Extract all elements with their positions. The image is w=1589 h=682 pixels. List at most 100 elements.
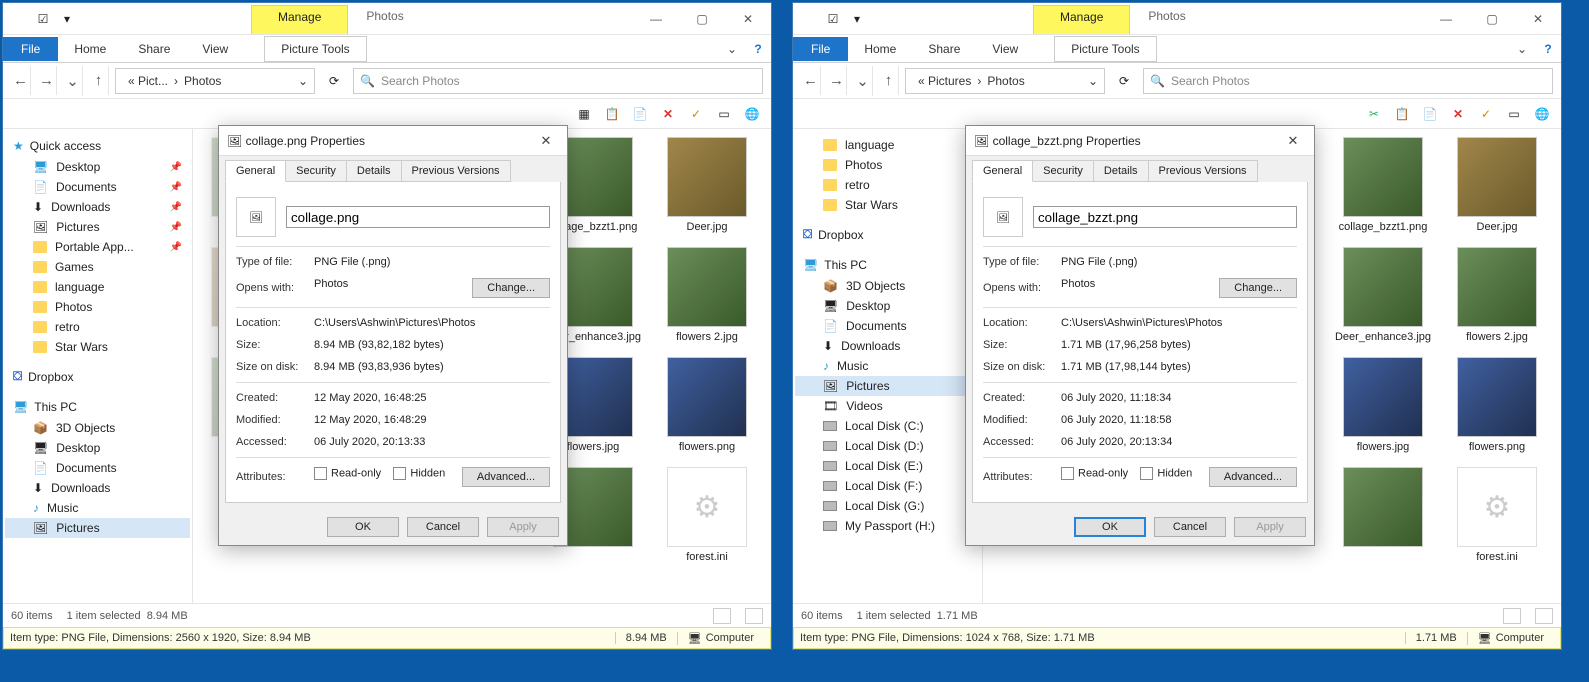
sidebar-item-local-d[interactable]: Local Disk (D:) <box>795 436 980 456</box>
back-button[interactable]: ← <box>11 66 31 95</box>
file-thumb[interactable] <box>1333 467 1433 563</box>
sidebar-item-documents[interactable]: 📄Documents <box>795 316 980 336</box>
tab-previous-versions[interactable]: Previous Versions <box>401 160 511 182</box>
file-thumb[interactable]: collage_bzzt1.png <box>1333 137 1433 233</box>
chevron-down-icon[interactable]: ⌄ <box>298 74 308 88</box>
hidden-checkbox[interactable] <box>1140 467 1153 480</box>
file-tab[interactable]: File <box>3 37 58 61</box>
paste-icon[interactable]: 📋 <box>601 103 623 125</box>
view-tab[interactable]: View <box>976 37 1034 61</box>
apply-button[interactable]: Apply <box>487 517 559 537</box>
sidebar-item-starwars[interactable]: Star Wars <box>5 337 190 357</box>
ok-button[interactable]: OK <box>1074 517 1146 537</box>
copy-icon[interactable]: 📄 <box>1419 103 1441 125</box>
chevron-down-icon[interactable]: ⌄ <box>1088 74 1098 88</box>
tab-general[interactable]: General <box>972 160 1033 182</box>
view-tab[interactable]: View <box>186 37 244 61</box>
change-button[interactable]: Change... <box>1219 278 1297 298</box>
home-tab[interactable]: Home <box>58 37 122 61</box>
recent-button[interactable]: ⌄ <box>63 66 83 96</box>
search-input[interactable]: 🔍 Search Photos <box>1143 68 1553 94</box>
globe-icon[interactable]: 🌐 <box>741 103 763 125</box>
cancel-button[interactable]: Cancel <box>1154 517 1226 537</box>
sidebar-item-starwars[interactable]: Star Wars <box>795 195 980 215</box>
breadcrumb[interactable]: « Pict... › Photos ⌄ <box>115 68 315 94</box>
minimize-button[interactable]: — <box>633 3 679 34</box>
file-thumb[interactable]: Deer_enhance3.jpg <box>1333 247 1433 343</box>
dropbox-header[interactable]: ⛋Dropbox <box>5 365 190 388</box>
readonly-checkbox[interactable] <box>314 467 327 480</box>
maximize-button[interactable]: ▢ <box>679 3 725 34</box>
sidebar-item-passport[interactable]: My Passport (H:) <box>795 516 980 536</box>
refresh-button[interactable]: ⟳ <box>321 74 347 88</box>
cut-icon[interactable]: ✂ <box>1363 103 1385 125</box>
accept-icon[interactable]: ✓ <box>685 103 707 125</box>
sidebar-item-videos[interactable]: 🎞Videos <box>795 396 980 416</box>
refresh-button[interactable]: ⟳ <box>1111 74 1137 88</box>
manage-tab[interactable]: Manage <box>251 5 348 34</box>
dialog-titlebar[interactable]: 🖼 collage.png Properties ✕ <box>219 126 567 156</box>
ribbon-chevron-icon[interactable]: ⌄ <box>1509 42 1535 56</box>
details-view-button[interactable] <box>713 608 731 624</box>
file-thumb[interactable]: Deer.jpg <box>657 137 757 233</box>
details-view-button[interactable] <box>1503 608 1521 624</box>
tab-details[interactable]: Details <box>1093 160 1149 182</box>
globe-icon[interactable]: 🌐 <box>1531 103 1553 125</box>
share-tab[interactable]: Share <box>122 37 186 61</box>
home-tab[interactable]: Home <box>848 37 912 61</box>
sidebar-item-documents[interactable]: 📄Documents📌 <box>5 177 190 197</box>
sidebar-item-downloads[interactable]: ⬇Downloads📌 <box>5 197 190 217</box>
up-button[interactable]: ↑ <box>89 66 109 95</box>
file-tab[interactable]: File <box>793 37 848 61</box>
sidebar-item-downloads[interactable]: ⬇Downloads <box>795 336 980 356</box>
help-icon[interactable]: ? <box>745 42 771 56</box>
manage-tab[interactable]: Manage <box>1033 5 1130 34</box>
sidebar-item-photos[interactable]: Photos <box>795 155 980 175</box>
sidebar-item-pictures[interactable]: 🖼Pictures <box>795 376 980 396</box>
sidebar-item-documents2[interactable]: 📄Documents <box>5 458 190 478</box>
qat-dropdown-icon[interactable]: ▾ <box>57 9 77 29</box>
readonly-checkbox[interactable] <box>1061 467 1074 480</box>
close-button[interactable]: ✕ <box>725 3 771 34</box>
paste-icon[interactable]: 📋 <box>1391 103 1413 125</box>
sidebar-item-local-f[interactable]: Local Disk (F:) <box>795 476 980 496</box>
hidden-checkbox[interactable] <box>393 467 406 480</box>
qat-checkbox-icon[interactable]: ☑ <box>33 9 53 29</box>
filename-input[interactable] <box>286 206 550 228</box>
thumbnails-view-button[interactable] <box>745 608 763 624</box>
quick-access-header[interactable]: ★Quick access <box>5 135 190 157</box>
sidebar-item-3dobjects[interactable]: 📦3D Objects <box>795 276 980 296</box>
view-icon[interactable]: ▦ <box>573 103 595 125</box>
back-button[interactable]: ← <box>801 66 821 95</box>
breadcrumb[interactable]: « Pictures › Photos ⌄ <box>905 68 1105 94</box>
qat-checkbox-icon[interactable]: ☑ <box>823 9 843 29</box>
crumb-1[interactable]: « Pict... <box>128 74 168 88</box>
sidebar-item-games[interactable]: Games <box>5 257 190 277</box>
forward-button[interactable]: → <box>37 66 57 95</box>
filename-input[interactable] <box>1033 206 1297 228</box>
crumb-1[interactable]: « Pictures <box>918 74 971 88</box>
file-thumb[interactable]: forest.ini <box>1447 467 1547 563</box>
forward-button[interactable]: → <box>827 66 847 95</box>
dialog-titlebar[interactable]: 🖼 collage_bzzt.png Properties ✕ <box>966 126 1314 156</box>
picture-tools-tab[interactable]: Picture Tools <box>1054 36 1156 62</box>
file-thumb[interactable]: flowers.png <box>657 357 757 453</box>
sidebar-item-photos[interactable]: Photos <box>5 297 190 317</box>
ribbon-chevron-icon[interactable]: ⌄ <box>719 42 745 56</box>
advanced-button[interactable]: Advanced... <box>462 467 550 487</box>
up-button[interactable]: ↑ <box>879 66 899 95</box>
close-icon[interactable]: ✕ <box>1280 133 1306 149</box>
tab-previous-versions[interactable]: Previous Versions <box>1148 160 1258 182</box>
advanced-button[interactable]: Advanced... <box>1209 467 1297 487</box>
sidebar-item-pictures2[interactable]: 🖼Pictures <box>5 518 190 538</box>
cancel-button[interactable]: Cancel <box>407 517 479 537</box>
delete-icon[interactable]: ✕ <box>657 103 679 125</box>
file-thumb[interactable]: flowers 2.jpg <box>1447 247 1547 343</box>
sidebar-item-desktop[interactable]: 🖥Desktop <box>795 296 980 316</box>
rename-icon[interactable]: ▭ <box>713 103 735 125</box>
sidebar-item-local-e[interactable]: Local Disk (E:) <box>795 456 980 476</box>
tab-security[interactable]: Security <box>285 160 347 182</box>
change-button[interactable]: Change... <box>472 278 550 298</box>
file-thumb[interactable]: flowers 2.jpg <box>657 247 757 343</box>
dropbox-header[interactable]: ⛋Dropbox <box>795 223 980 246</box>
